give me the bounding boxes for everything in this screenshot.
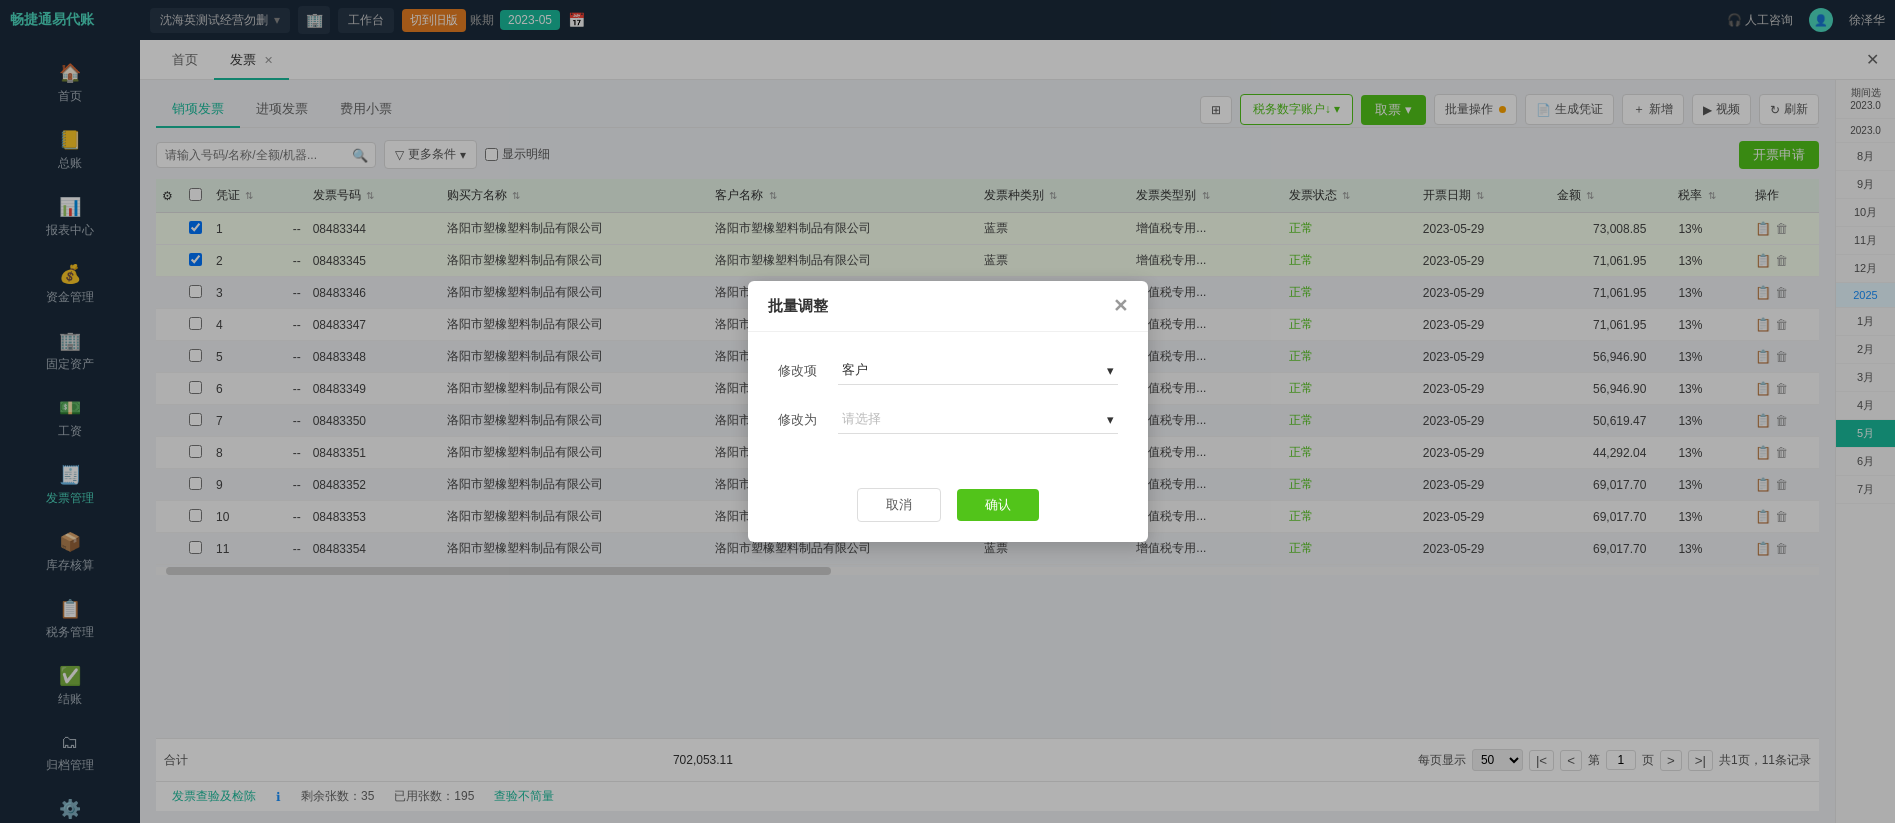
change-select[interactable]: 请选择 ▾ xyxy=(838,405,1118,434)
modal-title: 批量调整 xyxy=(768,297,828,316)
chevron-down-icon-change: ▾ xyxy=(1107,412,1114,427)
modal-header: 批量调整 ✕ xyxy=(748,281,1148,332)
form-row-field: 修改项 客户 ▾ xyxy=(778,356,1118,385)
field-select[interactable]: 客户 ▾ xyxy=(838,356,1118,385)
modal-footer: 取消 确认 xyxy=(748,478,1148,542)
form-row-change: 修改为 请选择 ▾ xyxy=(778,405,1118,434)
change-label: 修改为 xyxy=(778,411,838,429)
modal-overlay: 批量调整 ✕ 修改项 客户 ▾ 修改为 请选择 ▾ 取消 确认 xyxy=(0,0,1895,823)
batch-adjust-modal: 批量调整 ✕ 修改项 客户 ▾ 修改为 请选择 ▾ 取消 确认 xyxy=(748,281,1148,542)
field-label: 修改项 xyxy=(778,362,838,380)
confirm-button[interactable]: 确认 xyxy=(957,489,1039,521)
change-placeholder: 请选择 xyxy=(842,410,881,428)
cancel-button[interactable]: 取消 xyxy=(857,488,941,522)
modal-body: 修改项 客户 ▾ 修改为 请选择 ▾ xyxy=(748,332,1148,478)
chevron-down-icon-field: ▾ xyxy=(1107,363,1114,378)
modal-close-btn[interactable]: ✕ xyxy=(1113,295,1128,317)
field-value: 客户 xyxy=(842,361,868,379)
